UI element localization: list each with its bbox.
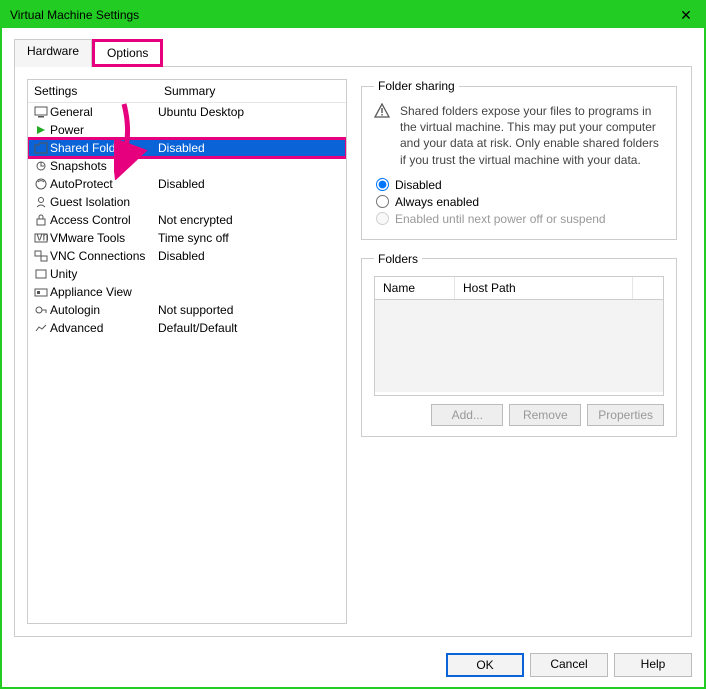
warning-icon: [374, 103, 392, 168]
list-item-name: Guest Isolation: [50, 195, 158, 209]
window-title: Virtual Machine Settings: [10, 8, 676, 22]
help-button[interactable]: Help: [614, 653, 692, 677]
folders-table-body: [375, 300, 663, 392]
list-item[interactable]: Power: [28, 121, 346, 139]
list-item-name: Power: [50, 123, 158, 137]
list-item-name: General: [50, 105, 158, 119]
list-item[interactable]: vmVMware ToolsTime sync off: [28, 229, 346, 247]
remove-button[interactable]: Remove: [509, 404, 581, 426]
folder-sharing-legend: Folder sharing: [374, 79, 459, 93]
list-item-summary: Disabled: [158, 177, 342, 191]
list-item[interactable]: AutologinNot supported: [28, 301, 346, 319]
list-item-summary: Ubuntu Desktop: [158, 105, 342, 119]
snapshot-icon: [32, 160, 50, 172]
folder-sharing-group: Folder sharing Shared folders expose you…: [361, 79, 677, 240]
list-item-summary: Not supported: [158, 303, 342, 317]
list-item-summary: Disabled: [158, 249, 342, 263]
folders-legend: Folders: [374, 252, 422, 266]
svg-text:vm: vm: [37, 232, 49, 244]
vm-settings-window: Virtual Machine Settings ✕ Hardware Opti…: [0, 0, 706, 689]
list-item-name: Snapshots: [50, 159, 158, 173]
cancel-button[interactable]: Cancel: [530, 653, 608, 677]
vnc-icon: [32, 250, 50, 262]
titlebar: Virtual Machine Settings ✕: [2, 2, 704, 28]
power-icon: [32, 124, 50, 136]
list-item-name: Advanced: [50, 321, 158, 335]
col-summary-header: Summary: [158, 80, 346, 102]
folders-table: Name Host Path: [374, 276, 664, 396]
tools-icon: vm: [32, 232, 50, 244]
list-item[interactable]: Shared FoldersDisabled: [28, 139, 346, 157]
appliance-icon: [32, 286, 50, 298]
settings-list: Settings Summary GeneralUbuntu DesktopPo…: [27, 79, 347, 624]
close-icon[interactable]: ✕: [676, 7, 696, 24]
list-item-name: Appliance View: [50, 285, 158, 299]
list-item-name: Unity: [50, 267, 158, 281]
folders-col-path: Host Path: [455, 277, 633, 299]
radio-until-row: Enabled until next power off or suspend: [376, 212, 664, 226]
content-area: Hardware Options Settings Summary Genera…: [2, 28, 704, 645]
radio-disabled[interactable]: [376, 178, 389, 191]
ok-button[interactable]: OK: [446, 653, 524, 677]
radio-always-row[interactable]: Always enabled: [376, 195, 664, 209]
folders-col-end: [633, 277, 663, 299]
radio-always-label: Always enabled: [395, 195, 479, 209]
col-settings-header: Settings: [28, 80, 158, 102]
list-item[interactable]: AdvancedDefault/Default: [28, 319, 346, 337]
unity-icon: [32, 268, 50, 280]
radio-until: [376, 212, 389, 225]
radio-always[interactable]: [376, 195, 389, 208]
list-item-name: VMware Tools: [50, 231, 158, 245]
list-item-name: Autologin: [50, 303, 158, 317]
folder-icon: [32, 142, 50, 154]
list-item[interactable]: Appliance View: [28, 283, 346, 301]
tab-bar: Hardware Options: [14, 38, 692, 66]
radio-disabled-label: Disabled: [395, 178, 442, 192]
access-icon: [32, 214, 50, 226]
list-item[interactable]: VNC ConnectionsDisabled: [28, 247, 346, 265]
warning-text: Shared folders expose your files to prog…: [400, 103, 664, 168]
advanced-icon: [32, 322, 50, 334]
general-icon: [32, 106, 50, 118]
list-item-name: Shared Folders: [50, 141, 158, 155]
warning-row: Shared folders expose your files to prog…: [374, 103, 664, 168]
list-item-name: Access Control: [50, 213, 158, 227]
autologin-icon: [32, 304, 50, 316]
folders-table-header: Name Host Path: [375, 277, 663, 300]
tab-options[interactable]: Options: [92, 39, 163, 67]
right-pane: Folder sharing Shared folders expose you…: [359, 79, 679, 624]
list-header: Settings Summary: [28, 80, 346, 103]
panel: Settings Summary GeneralUbuntu DesktopPo…: [14, 66, 692, 637]
list-item-summary: Not encrypted: [158, 213, 342, 227]
list-body: GeneralUbuntu DesktopPowerShared Folders…: [28, 103, 346, 623]
list-item[interactable]: Unity: [28, 265, 346, 283]
list-item-name: VNC Connections: [50, 249, 158, 263]
folders-group: Folders Name Host Path Add... Remove: [361, 252, 677, 437]
radio-until-label: Enabled until next power off or suspend: [395, 212, 606, 226]
list-item-summary: Time sync off: [158, 231, 342, 245]
add-button[interactable]: Add...: [431, 404, 503, 426]
list-item[interactable]: GeneralUbuntu Desktop: [28, 103, 346, 121]
guest-icon: [32, 196, 50, 208]
list-item[interactable]: AutoProtectDisabled: [28, 175, 346, 193]
list-item-summary: Disabled: [158, 141, 342, 155]
auto-icon: [32, 178, 50, 190]
list-item-summary: Default/Default: [158, 321, 342, 335]
list-item[interactable]: Guest Isolation: [28, 193, 346, 211]
tab-hardware[interactable]: Hardware: [14, 39, 92, 67]
list-item-name: AutoProtect: [50, 177, 158, 191]
properties-button[interactable]: Properties: [587, 404, 664, 426]
list-item[interactable]: Snapshots: [28, 157, 346, 175]
radio-disabled-row[interactable]: Disabled: [376, 178, 664, 192]
folders-col-name: Name: [375, 277, 455, 299]
list-item[interactable]: Access ControlNot encrypted: [28, 211, 346, 229]
folders-button-row: Add... Remove Properties: [374, 404, 664, 426]
dialog-footer: OK Cancel Help: [2, 645, 704, 687]
